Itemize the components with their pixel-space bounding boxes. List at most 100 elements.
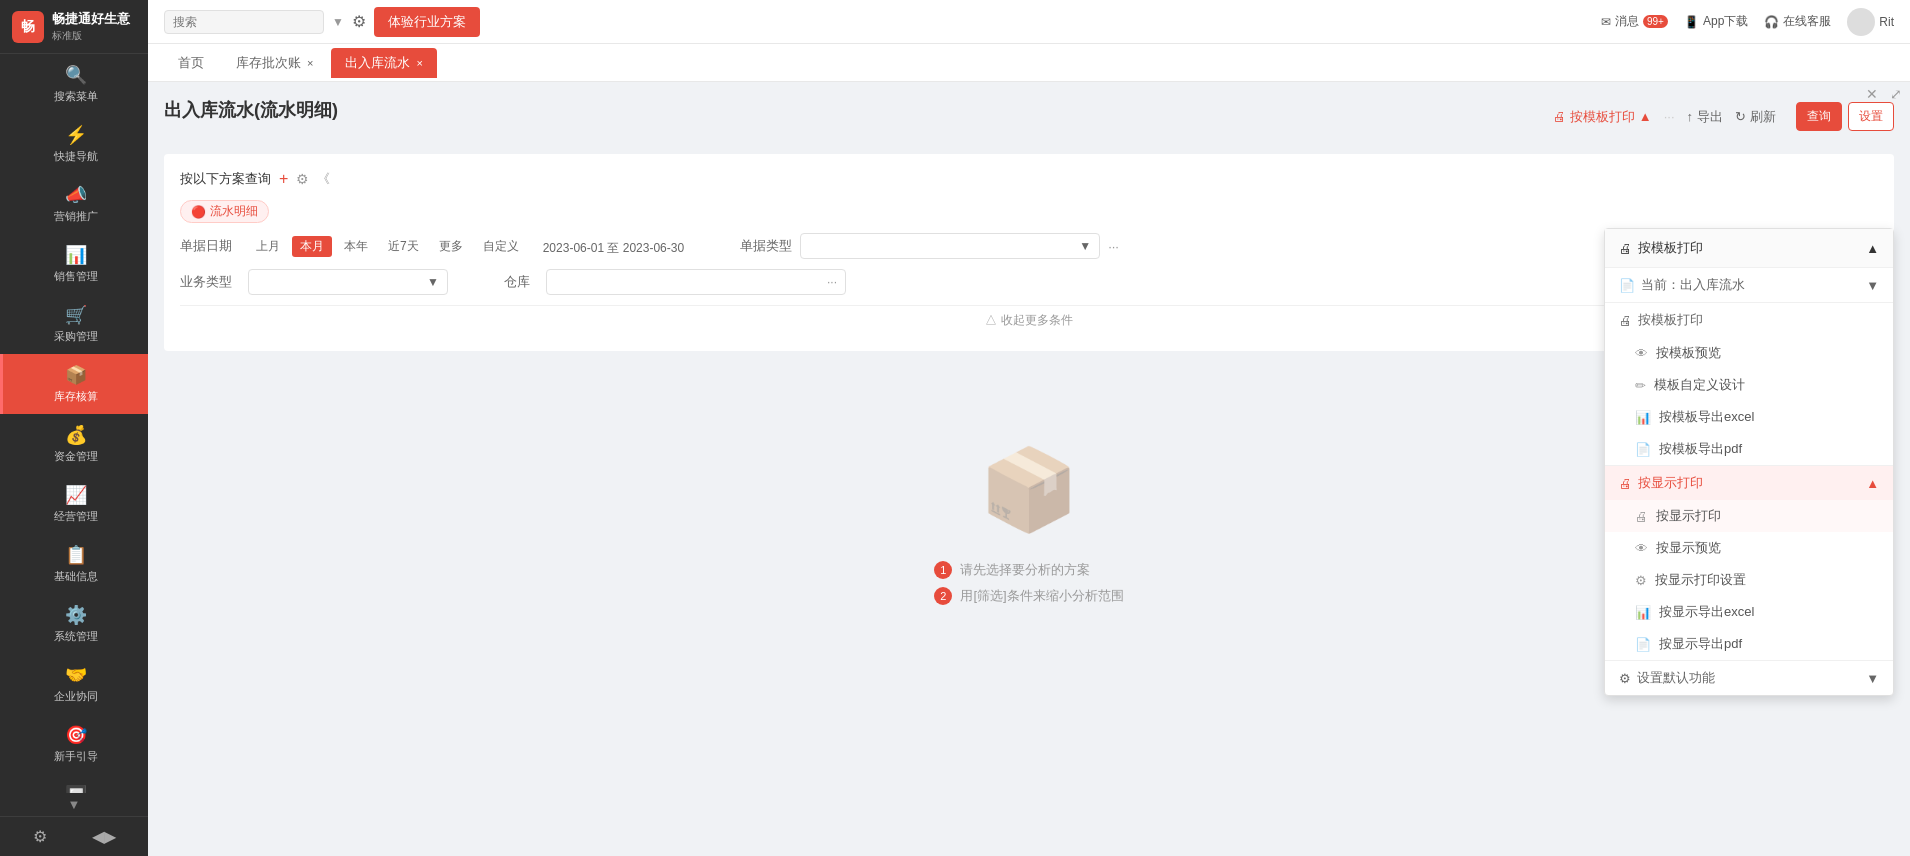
tab-batch-account-close[interactable]: ×	[307, 57, 313, 69]
filter-settings-icon[interactable]: ⚙	[296, 171, 309, 187]
sidebar-item-search-menu[interactable]: 🔍 搜索菜单	[0, 54, 148, 114]
sidebar-item-guide[interactable]: 🎯 新手引导	[0, 714, 148, 774]
window-maximize-icon[interactable]: ⤢	[1890, 86, 1902, 102]
inventory-icon: 📦	[65, 364, 87, 386]
sidebar-item-marketing[interactable]: 📣 营销推广	[0, 174, 148, 234]
chevron-up-icon: ▲	[1866, 241, 1879, 256]
template-print-header[interactable]: 🖨 按模板打印	[1605, 303, 1893, 337]
more-options-icon[interactable]: ···	[1108, 239, 1119, 254]
filter-tag-icon: 🔴	[191, 205, 206, 219]
date-tab-last-month[interactable]: 上月	[248, 236, 288, 257]
template-icon: 📄	[1619, 278, 1635, 293]
main-area: ▼ ⚙ 体验行业方案 ✉ 消息 99+ 📱 App下载 🎧 在线客服 Rit	[148, 0, 1910, 856]
display-print-item[interactable]: 🖨 按显示打印	[1605, 500, 1893, 532]
tab-flow-close[interactable]: ×	[416, 57, 422, 69]
app-download-item[interactable]: 📱 App下载	[1684, 13, 1748, 30]
chevron-down-icon: ▼	[1866, 278, 1879, 293]
bill-type-select[interactable]: ▼	[800, 233, 1100, 259]
export-icon: ↑	[1687, 109, 1694, 124]
chevron-up-icon: ▲	[1866, 476, 1879, 491]
finance-icon: 💰	[65, 424, 87, 446]
date-tab-this-year[interactable]: 本年	[336, 236, 376, 257]
design-icon: ✏	[1635, 378, 1646, 393]
display-preview-item[interactable]: 👁 按显示预览	[1605, 532, 1893, 564]
sidebar-item-sales[interactable]: 📊 销售管理	[0, 234, 148, 294]
business-type-select[interactable]: ▼	[248, 269, 448, 295]
topbar-right: ✉ 消息 99+ 📱 App下载 🎧 在线客服 Rit	[1601, 8, 1894, 36]
topbar-gear-icon[interactable]: ⚙	[352, 12, 366, 31]
refresh-button[interactable]: ↻ 刷新	[1735, 108, 1776, 126]
headset-icon: 🎧	[1764, 15, 1779, 29]
template-custom-item[interactable]: ✏ 模板自定义设计	[1605, 369, 1893, 401]
search-menu-icon: 🔍	[65, 64, 87, 86]
sidebar-item-app-center[interactable]: 🔲 应用中心	[0, 774, 148, 793]
logo-text: 畅捷通好生意 标准版	[52, 10, 130, 42]
default-func-icon: ⚙	[1619, 671, 1631, 686]
dropdown-panel: 🖨 按模板打印 ▲ 📄 当前：出入库流水 ▼	[1604, 228, 1894, 696]
excel2-icon: 📊	[1635, 605, 1651, 620]
date-tab-more[interactable]: 更多	[431, 236, 471, 257]
date-tab-7days[interactable]: 近7天	[380, 236, 427, 257]
active-filter-tag[interactable]: 🔴 流水明细	[180, 200, 269, 223]
date-tab-custom[interactable]: 自定义	[475, 236, 527, 257]
system-icon: ⚙️	[65, 604, 87, 626]
display-settings-item[interactable]: ⚙ 按显示打印设置	[1605, 564, 1893, 596]
preview-icon: 👁	[1635, 346, 1648, 361]
window-close-icon[interactable]: ✕	[1866, 86, 1878, 102]
sidebar-item-system[interactable]: ⚙️ 系统管理	[0, 594, 148, 654]
print2-icon: 🖨	[1635, 509, 1648, 524]
template-print-section: 🖨 按模板打印 👁 按模板预览 ✏ 模板自定义设计 📊 按模板导	[1605, 303, 1893, 466]
industry-solution-button[interactable]: 体验行业方案	[374, 7, 480, 37]
printer-header-icon: 🖨	[1619, 241, 1632, 256]
empty-illustration: 📦	[979, 443, 1079, 537]
sidebar-item-basic[interactable]: 📋 基础信息	[0, 534, 148, 594]
display-print-icon: 🖨	[1619, 476, 1632, 491]
export-button[interactable]: ↑ 导出	[1687, 108, 1724, 126]
chevron-up-icon: ▲	[1639, 109, 1652, 124]
current-template-header[interactable]: 📄 当前：出入库流水 ▼	[1605, 268, 1893, 302]
sidebar-item-quick-nav[interactable]: ⚡ 快捷导航	[0, 114, 148, 174]
query-button[interactable]: 查询	[1796, 102, 1842, 131]
message-item[interactable]: ✉ 消息 99+	[1601, 13, 1668, 30]
enterprise-icon: 🤝	[65, 664, 87, 686]
display-excel-item[interactable]: 📊 按显示导出excel	[1605, 596, 1893, 628]
user-profile[interactable]: Rit	[1847, 8, 1894, 36]
sidebar-item-finance[interactable]: 💰 资金管理	[0, 414, 148, 474]
default-func-header[interactable]: ⚙ 设置默认功能 ▼	[1605, 661, 1893, 695]
sidebar-item-purchase[interactable]: 🛒 采购管理	[0, 294, 148, 354]
template-print-button[interactable]: 🖨 按模板打印 ▲	[1553, 108, 1652, 126]
dropdown-arrow-icon[interactable]: ▼	[332, 15, 344, 29]
sidebar-scroll-down[interactable]: ▼	[0, 793, 148, 816]
filter-collapse-icon[interactable]: 《	[317, 170, 330, 188]
sidebar-item-operations[interactable]: 📈 经营管理	[0, 474, 148, 534]
online-service-item[interactable]: 🎧 在线客服	[1764, 13, 1831, 30]
date-tab-this-month[interactable]: 本月	[292, 236, 332, 257]
tip-1: 1 请先选择要分析的方案	[934, 557, 1123, 583]
sidebar-item-enterprise[interactable]: 🤝 企业协同	[0, 654, 148, 714]
quick-nav-icon: ⚡	[65, 124, 87, 146]
date-range-display: 2023-06-01 至 2023-06-30	[543, 240, 684, 257]
display-pdf-item[interactable]: 📄 按显示导出pdf	[1605, 628, 1893, 660]
printer-icon: 🖨	[1553, 109, 1566, 124]
tab-flow[interactable]: 出入库流水 ×	[331, 48, 436, 78]
filter-add-icon[interactable]: +	[279, 170, 288, 188]
search-input[interactable]	[164, 10, 324, 34]
more-options-icon[interactable]: ···	[827, 275, 837, 289]
collapse-icon[interactable]: ◀▶	[92, 827, 116, 846]
warehouse-select[interactable]: ···	[546, 269, 846, 295]
template-excel-item[interactable]: 📊 按模板导出excel	[1605, 401, 1893, 433]
tab-home[interactable]: 首页	[164, 48, 218, 78]
display-print-header[interactable]: 🖨 按显示打印 ▲	[1605, 466, 1893, 500]
settings-icon[interactable]: ⚙	[33, 827, 47, 846]
app-center-icon: 🔲	[65, 784, 87, 793]
excel-icon: 📊	[1635, 410, 1651, 425]
tab-batch-account[interactable]: 库存批次账 ×	[222, 48, 327, 78]
sidebar-item-inventory[interactable]: 📦 库存核算	[0, 354, 148, 414]
sidebar: 畅 畅捷通好生意 标准版 🔍 搜索菜单 ⚡ 快捷导航 📣 营销推广 📊 销售管理…	[0, 0, 148, 856]
template-pdf-item[interactable]: 📄 按模板导出pdf	[1605, 433, 1893, 465]
pdf-icon: 📄	[1635, 442, 1651, 457]
settings-button[interactable]: 设置	[1848, 102, 1894, 131]
template-preview-item[interactable]: 👁 按模板预览	[1605, 337, 1893, 369]
sidebar-bottom: ⚙ ◀▶	[0, 816, 148, 856]
date-tabs: 上月 本月 本年 近7天 更多 自定义	[248, 236, 527, 257]
